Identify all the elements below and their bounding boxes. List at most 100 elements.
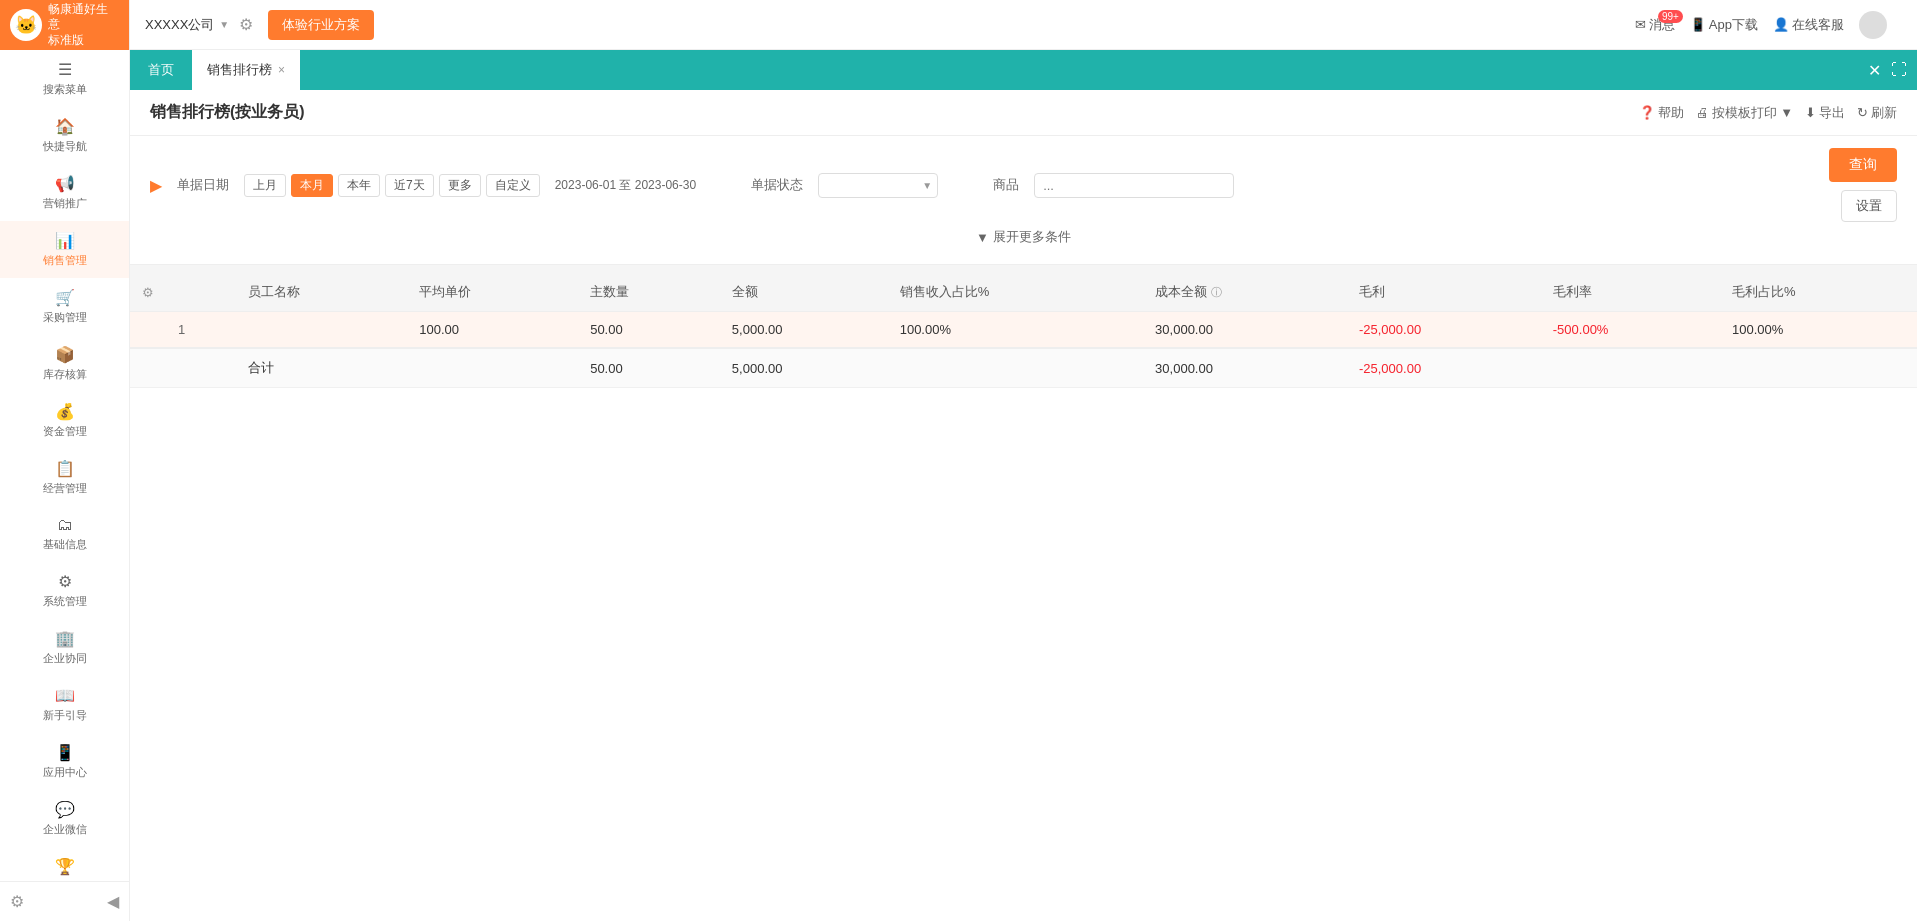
content-area: 销售排行榜(按业务员) ❓ 帮助 🖨 按模板打印 ▼ ⬇ 导出 ↻ 刷新 (130, 90, 1917, 921)
member-icon: 🏆 (55, 857, 75, 876)
td-gross-pct: 100.00% (1720, 312, 1917, 349)
footer-label: 合计 (236, 348, 407, 388)
sidebar-item-basic-info[interactable]: 🗂 基础信息 (0, 506, 129, 562)
td-amount: 5,000.00 (720, 312, 888, 349)
td-settings (130, 312, 166, 349)
table-area: ⚙ 员工名称 平均单价 主数量 (130, 273, 1917, 921)
query-button[interactable]: 查询 (1829, 148, 1897, 182)
tab-home[interactable]: 首页 (130, 50, 192, 90)
td-rank: 1 (166, 312, 236, 349)
guide-icon: 📖 (55, 686, 75, 705)
app-download-button[interactable]: 📱 App下载 (1690, 16, 1758, 34)
sidebar-item-inventory[interactable]: 📦 库存核算 (0, 335, 129, 392)
settings-bottom-icon[interactable]: ⚙ (10, 892, 24, 911)
export-button[interactable]: ⬇ 导出 (1805, 104, 1845, 122)
sidebar-item-wechat[interactable]: 💬 企业微信 (0, 790, 129, 847)
sidebar-nav: ☰ 搜索菜单 🏠 快捷导航 📢 营销推广 📊 销售管理 🛒 采购管理 📦 库存核… (0, 50, 129, 881)
tabbar: 首页 销售排行榜 × ✕ ⛶ (130, 50, 1917, 90)
cost-info-icon[interactable]: ⓘ (1211, 286, 1222, 298)
filter-area: ▶ 单据日期 上月 本月 本年 近7天 更多 自定义 2023-06-01 至 … (130, 136, 1917, 265)
sidebar-item-search-order[interactable]: ☰ 搜索菜单 (0, 50, 129, 107)
th-sales-pct: 销售收入占比% (888, 273, 1143, 312)
refresh-button[interactable]: ↻ 刷新 (1857, 104, 1897, 122)
collapse-sidebar-icon[interactable]: ◀ (107, 892, 119, 911)
operations-icon: 📋 (55, 459, 75, 478)
th-qty: 主数量 (578, 273, 720, 312)
topbar: XXXXX公司 ▼ ⚙ 体验行业方案 ✉ 消息 99+ 📱 App下载 👤 在线… (130, 0, 1917, 50)
inventory-icon: 📦 (55, 345, 75, 364)
column-settings-icon[interactable]: ⚙ (142, 285, 154, 300)
footer-empty6 (1720, 348, 1917, 388)
topbar-right: ✉ 消息 99+ 📱 App下载 👤 在线客服 (1635, 11, 1902, 39)
help-icon: ❓ (1639, 105, 1655, 120)
print-icon: 🖨 (1696, 105, 1709, 120)
settings-button[interactable]: 设置 (1841, 190, 1897, 222)
th-name: 员工名称 (236, 273, 407, 312)
message-button[interactable]: ✉ 消息 99+ (1635, 16, 1675, 34)
maximize-window-icon[interactable]: ⛶ (1891, 61, 1907, 79)
sidebar-item-finance[interactable]: 💰 资金管理 (0, 392, 129, 449)
td-sales-pct: 100.00% (888, 312, 1143, 349)
refresh-icon: ↻ (1857, 105, 1868, 120)
footer-empty5 (1541, 348, 1720, 388)
th-gross-pct: 毛利占比% (1720, 273, 1917, 312)
filter-row: ▶ 单据日期 上月 本月 本年 近7天 更多 自定义 2023-06-01 至 … (150, 148, 1897, 222)
print-arrow-icon: ▼ (1780, 105, 1793, 120)
filter-expand-arrow[interactable]: ▶ (150, 176, 162, 195)
expand-more-button[interactable]: ▼ 展开更多条件 (976, 228, 1071, 246)
close-window-icon[interactable]: ✕ (1868, 61, 1881, 80)
sidebar-item-app-center[interactable]: 📱 应用中心 (0, 733, 129, 790)
period-last-month[interactable]: 上月 (244, 174, 286, 197)
app-download-icon: 📱 (1690, 17, 1706, 32)
goods-input[interactable] (1034, 173, 1234, 198)
sidebar-bottom: ⚙ ◀ (0, 881, 129, 921)
goods-label: 商品 (993, 176, 1019, 194)
period-custom[interactable]: 自定义 (486, 174, 540, 197)
marketing-icon: 📢 (55, 174, 75, 193)
company-dropdown-arrow: ▼ (219, 19, 229, 30)
logo-icon: 🐱 (10, 9, 42, 41)
status-select-wrap: ▼ (818, 173, 938, 198)
sidebar-logo: 🐱 畅康通好生意 标准版 (0, 0, 129, 50)
basic-info-icon: 🗂 (57, 516, 73, 534)
period-7days[interactable]: 近7天 (385, 174, 434, 197)
expand-row: ▼ 展开更多条件 (150, 222, 1897, 252)
sales-ranking-table: ⚙ 员工名称 平均单价 主数量 (130, 273, 1917, 388)
expand-down-icon: ▼ (976, 230, 989, 245)
avatar[interactable] (1859, 11, 1887, 39)
message-badge: 99+ (1658, 10, 1683, 23)
status-select[interactable] (818, 173, 938, 198)
company-selector[interactable]: XXXXX公司 ▼ (145, 16, 229, 34)
sidebar-item-quick-nav[interactable]: 🏠 快捷导航 (0, 107, 129, 164)
online-service-button[interactable]: 👤 在线客服 (1773, 16, 1844, 34)
th-cost: 成本全额 ⓘ (1143, 273, 1347, 312)
th-settings: ⚙ (130, 273, 166, 312)
sidebar-item-member[interactable]: 🏆 畅会员 (0, 847, 129, 881)
sidebar-item-operations[interactable]: 📋 经营管理 (0, 449, 129, 506)
th-rank (166, 273, 236, 312)
period-this-year[interactable]: 本年 (338, 174, 380, 197)
tab-sales-ranking[interactable]: 销售排行榜 × (192, 50, 300, 90)
message-icon: ✉ (1635, 17, 1646, 32)
sidebar-item-guide[interactable]: 📖 新手引导 (0, 676, 129, 733)
system-icon: ⚙ (58, 572, 72, 591)
trial-button[interactable]: 体验行业方案 (268, 10, 374, 40)
period-more[interactable]: 更多 (439, 174, 481, 197)
print-button[interactable]: 🖨 按模板打印 ▼ (1696, 104, 1793, 122)
home-icon: 🏠 (55, 117, 75, 136)
footer-qty: 50.00 (578, 348, 720, 388)
help-button[interactable]: ❓ 帮助 (1639, 104, 1684, 122)
footer-empty4 (888, 348, 1143, 388)
search-order-icon: ☰ (58, 60, 72, 79)
tab-close-icon[interactable]: × (278, 63, 285, 77)
sidebar-item-system[interactable]: ⚙ 系统管理 (0, 562, 129, 619)
th-gross: 毛利 (1347, 273, 1541, 312)
sidebar-item-sales-mgmt[interactable]: 📊 销售管理 (0, 221, 129, 278)
sidebar-item-purchase-mgmt[interactable]: 🛒 采购管理 (0, 278, 129, 335)
topbar-gear-icon[interactable]: ⚙ (239, 15, 253, 34)
td-gross: -25,000.00 (1347, 312, 1541, 349)
td-avg-price: 100.00 (407, 312, 578, 349)
period-this-month[interactable]: 本月 (291, 174, 333, 197)
sidebar-item-enterprise[interactable]: 🏢 企业协同 (0, 619, 129, 676)
sidebar-item-marketing[interactable]: 📢 营销推广 (0, 164, 129, 221)
